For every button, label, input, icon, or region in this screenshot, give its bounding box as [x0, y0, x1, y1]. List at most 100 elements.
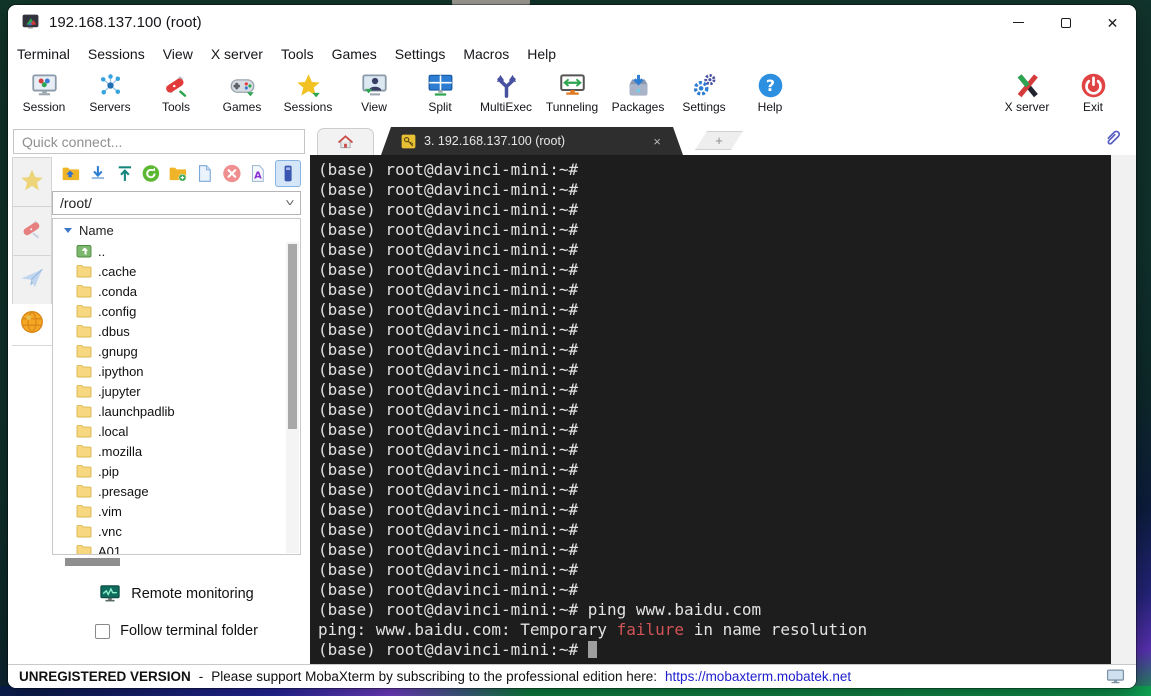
- new-file-icon[interactable]: [195, 163, 215, 184]
- menu-terminal[interactable]: Terminal: [8, 43, 79, 65]
- mobaxterm-link[interactable]: https://mobaxterm.mobatek.net: [665, 669, 851, 684]
- menu-tools[interactable]: Tools: [272, 43, 323, 65]
- toolbar-exit-button[interactable]: Exit: [1060, 69, 1126, 114]
- file-tree-header[interactable]: Name: [53, 219, 300, 241]
- menu-help[interactable]: Help: [518, 43, 565, 65]
- tree-row-cache[interactable]: .cache: [76, 261, 300, 281]
- terminal-scrollbar[interactable]: [1111, 155, 1136, 664]
- tree-row-jupyter[interactable]: .jupyter: [76, 381, 300, 401]
- toolbar-help-button[interactable]: ? Help: [737, 69, 803, 114]
- paperclip-icon[interactable]: [1102, 127, 1123, 148]
- menu-view[interactable]: View: [154, 43, 202, 65]
- folder-icon: [76, 424, 92, 438]
- left-panel: A /root/ ˅ Name .. .cache .conda .config .db…: [8, 124, 310, 664]
- file-tree: .. .cache .conda .config .dbus .gnupg .ipython…: [53, 241, 300, 554]
- tab-session-active[interactable]: 3. 192.168.137.100 (root) ×: [381, 127, 683, 155]
- title-bar[interactable]: 192.168.137.100 (root) ✕: [8, 5, 1136, 40]
- mobaxterm-window: 192.168.137.100 (root) ✕ Terminal Session…: [8, 5, 1136, 688]
- parent-folder-icon: [76, 244, 92, 258]
- menu-settings[interactable]: Settings: [386, 43, 455, 65]
- multiexec-icon: [493, 72, 520, 99]
- file-tree-hscrollbar-thumb[interactable]: [65, 558, 120, 566]
- follow-terminal-folder-checkbox[interactable]: [95, 623, 111, 639]
- tree-entry-name: .jupyter: [98, 383, 141, 399]
- edit-icon[interactable]: A: [248, 163, 268, 184]
- refresh-icon[interactable]: [141, 163, 161, 184]
- toolbar-view-button[interactable]: View: [341, 69, 407, 114]
- tree-row-conda[interactable]: .conda: [76, 281, 300, 301]
- new-tab-button[interactable]: +: [695, 131, 743, 150]
- tree-row-a01[interactable]: A01: [76, 541, 300, 554]
- tree-row-config[interactable]: .config: [76, 301, 300, 321]
- terminal-area: 3. 192.168.137.100 (root) × + (base) roo…: [310, 124, 1136, 664]
- close-icon[interactable]: ✕: [1089, 5, 1136, 40]
- tab-home[interactable]: [317, 128, 374, 155]
- statusbar-separator: -: [198, 669, 204, 684]
- parent-directory-icon[interactable]: [61, 163, 81, 184]
- file-tree-hscrollbar[interactable]: [52, 558, 301, 567]
- tree-row-ipython[interactable]: .ipython: [76, 361, 300, 381]
- terminal-line: (base) root@davinci-mini:~#: [318, 540, 579, 559]
- toolbar-session-button[interactable]: Session: [11, 69, 77, 114]
- main-toolbar: Session Servers Tools Games Sessions View Spli…: [8, 67, 1136, 124]
- side-tab-macros[interactable]: [12, 255, 52, 305]
- tree-row-gnupg[interactable]: .gnupg: [76, 341, 300, 361]
- new-folder-icon[interactable]: [168, 163, 188, 184]
- tree-row-vim[interactable]: .vim: [76, 501, 300, 521]
- mobaxterm-logo-icon: [21, 13, 40, 32]
- tree-row-local[interactable]: .local: [76, 421, 300, 441]
- toolbar-packages-button[interactable]: Packages: [605, 69, 671, 114]
- terminal-line: (base) root@davinci-mini:~#: [318, 180, 579, 199]
- folder-icon: [76, 464, 92, 478]
- upload-icon[interactable]: [115, 163, 135, 184]
- terminal-line: (base) root@davinci-mini:~#: [318, 560, 579, 579]
- toolbar-sessions-button[interactable]: Sessions: [275, 69, 341, 114]
- tree-row-presage[interactable]: .presage: [76, 481, 300, 501]
- menu-x-server[interactable]: X server: [202, 43, 272, 65]
- display-status-icon[interactable]: [1106, 668, 1125, 685]
- tree-row-launchpadlib[interactable]: .launchpadlib: [76, 401, 300, 421]
- folder-icon: [76, 524, 92, 538]
- file-tree-scrollbar-thumb[interactable]: [288, 244, 297, 429]
- side-tab-sessions[interactable]: [12, 157, 52, 207]
- tree-row-[interactable]: ..: [76, 241, 300, 261]
- menu-macros[interactable]: Macros: [454, 43, 518, 65]
- tree-row-pip[interactable]: .pip: [76, 461, 300, 481]
- tab-close-icon[interactable]: ×: [653, 134, 661, 149]
- terminal-line: (base) root@davinci-mini:~#: [318, 220, 579, 239]
- terminal-body: (base) root@davinci-mini:~# (base) root@d…: [310, 155, 1136, 664]
- quick-connect-input[interactable]: [13, 129, 305, 154]
- delete-icon[interactable]: [222, 163, 242, 184]
- minimize-icon[interactable]: [995, 5, 1042, 40]
- menu-sessions[interactable]: Sessions: [79, 43, 154, 65]
- window-title: 192.168.137.100 (root): [49, 14, 202, 31]
- file-tree-scrollbar[interactable]: [286, 242, 299, 553]
- maximize-icon[interactable]: [1042, 5, 1089, 40]
- download-icon[interactable]: [88, 163, 108, 184]
- tree-row-vnc[interactable]: .vnc: [76, 521, 300, 541]
- toolbar-label: Session: [22, 100, 66, 114]
- tree-row-mozilla[interactable]: .mozilla: [76, 441, 300, 461]
- remote-monitoring-label: Remote monitoring: [131, 586, 254, 602]
- toolbar-label: Exit: [1082, 100, 1103, 114]
- toolbar-multiexec-button[interactable]: MultiExec: [473, 69, 539, 114]
- file-tracking-icon[interactable]: [275, 160, 302, 187]
- toolbar-label: X server: [1004, 100, 1050, 114]
- terminal-output[interactable]: (base) root@davinci-mini:~# (base) root@d…: [310, 155, 1111, 664]
- path-dropdown[interactable]: /root/ ˅: [52, 191, 301, 215]
- toolbar-label: Split: [428, 100, 452, 114]
- toolbar-games-button[interactable]: Games: [209, 69, 275, 114]
- side-tab-tools[interactable]: [12, 206, 52, 256]
- tree-row-dbus[interactable]: .dbus: [76, 321, 300, 341]
- toolbar-x-server-button[interactable]: X server: [994, 69, 1060, 114]
- toolbar-split-button[interactable]: Split: [407, 69, 473, 114]
- menu-games[interactable]: Games: [323, 43, 386, 65]
- side-tab-sftp[interactable]: [12, 304, 52, 346]
- toolbar-tunneling-button[interactable]: Tunneling: [539, 69, 605, 114]
- sort-arrow-icon: [64, 227, 72, 233]
- toolbar-servers-button[interactable]: Servers: [77, 69, 143, 114]
- toolbar-tools-button[interactable]: Tools: [143, 69, 209, 114]
- follow-terminal-folder-label: Follow terminal folder: [120, 623, 258, 639]
- toolbar-settings-button[interactable]: Settings: [671, 69, 737, 114]
- remote-monitoring-button[interactable]: Remote monitoring: [52, 584, 301, 604]
